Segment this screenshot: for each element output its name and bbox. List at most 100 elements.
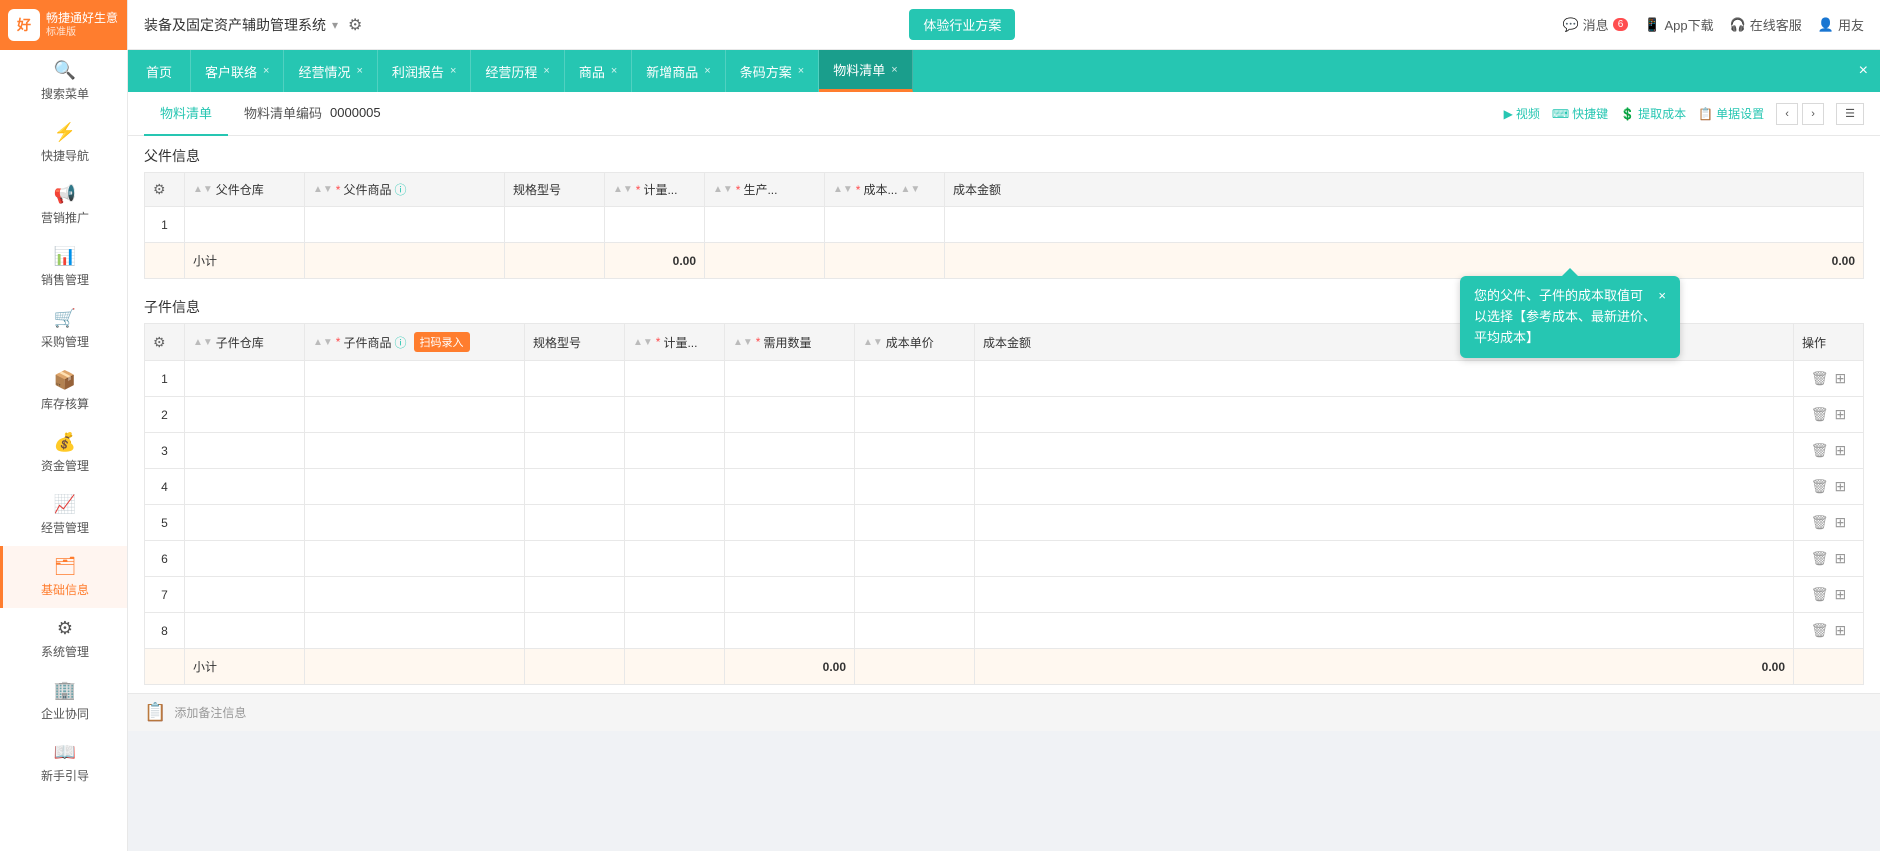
child-warehouse-cell-5[interactable] bbox=[185, 505, 305, 541]
child-qty-cell-6[interactable] bbox=[725, 541, 855, 577]
view-action[interactable]: ▶ 视频 bbox=[1504, 105, 1540, 122]
next-arrow-button[interactable]: › bbox=[1802, 103, 1824, 125]
user-action[interactable]: 👤 用友 bbox=[1818, 15, 1864, 34]
child-unit-cell-1[interactable] bbox=[625, 361, 725, 397]
tab-close-profit[interactable]: × bbox=[450, 65, 456, 77]
tab-operation-status[interactable]: 经营情况 × bbox=[284, 50, 377, 92]
copy-icon[interactable]: ⊞ bbox=[1835, 586, 1847, 603]
child-goods-cell-1[interactable] bbox=[305, 361, 525, 397]
parent-unit-cell[interactable] bbox=[605, 207, 705, 243]
delete-icon[interactable]: 🗑 bbox=[1811, 478, 1829, 495]
child-unit-cost-cell-7[interactable] bbox=[855, 577, 975, 613]
sidebar-item-marketing[interactable]: 📢营销推广 bbox=[0, 174, 127, 236]
experience-button[interactable]: 体验行业方案 bbox=[909, 9, 1015, 40]
child-spec-cell-1[interactable] bbox=[525, 361, 625, 397]
sidebar-item-sales[interactable]: 📊销售管理 bbox=[0, 236, 127, 298]
child-unit-cell-4[interactable] bbox=[625, 469, 725, 505]
settings-icon[interactable]: ⚙ bbox=[348, 15, 362, 35]
copy-icon[interactable]: ⊞ bbox=[1835, 478, 1847, 495]
sidebar-item-inventory[interactable]: 📦库存核算 bbox=[0, 360, 127, 422]
child-unit-cell-8[interactable] bbox=[625, 613, 725, 649]
child-goods-cell-3[interactable] bbox=[305, 433, 525, 469]
child-goods-cell-4[interactable] bbox=[305, 469, 525, 505]
parent-table-settings-icon[interactable]: ⚙ bbox=[153, 181, 166, 197]
delete-icon[interactable]: 🗑 bbox=[1811, 406, 1829, 423]
child-warehouse-cell-1[interactable] bbox=[185, 361, 305, 397]
sidebar-item-system[interactable]: ⚙系统管理 bbox=[0, 608, 127, 670]
child-unit-cell-3[interactable] bbox=[625, 433, 725, 469]
delete-icon[interactable]: 🗑 bbox=[1811, 622, 1829, 639]
child-table-settings-icon[interactable]: ⚙ bbox=[153, 334, 166, 350]
tab-goods[interactable]: 商品 × bbox=[565, 50, 632, 92]
delete-icon[interactable]: 🗑 bbox=[1811, 370, 1829, 387]
tab-bom[interactable]: 物料清单 × bbox=[819, 50, 912, 92]
tab-customer[interactable]: 客户联络 × bbox=[191, 50, 284, 92]
tab-profit[interactable]: 利润报告 × bbox=[378, 50, 471, 92]
child-unit-cell-2[interactable] bbox=[625, 397, 725, 433]
child-unit-cost-cell-2[interactable] bbox=[855, 397, 975, 433]
child-warehouse-cell-2[interactable] bbox=[185, 397, 305, 433]
tab-close-customer[interactable]: × bbox=[263, 65, 269, 77]
sidebar-item-purchase[interactable]: 🛒采购管理 bbox=[0, 298, 127, 360]
sidebar-item-quick-nav[interactable]: ⚡快捷导航 bbox=[0, 112, 127, 174]
sub-tab-bom-list[interactable]: 物料清单 bbox=[144, 92, 228, 136]
child-warehouse-cell-8[interactable] bbox=[185, 613, 305, 649]
prev-arrow-button[interactable]: ‹ bbox=[1776, 103, 1798, 125]
child-qty-cell-7[interactable] bbox=[725, 577, 855, 613]
child-spec-cell-3[interactable] bbox=[525, 433, 625, 469]
child-qty-cell-8[interactable] bbox=[725, 613, 855, 649]
child-goods-cell-5[interactable] bbox=[305, 505, 525, 541]
child-spec-cell-6[interactable] bbox=[525, 541, 625, 577]
parent-warehouse-cell[interactable] bbox=[185, 207, 305, 243]
tab-close-add-goods[interactable]: × bbox=[704, 65, 710, 77]
child-unit-cost-cell-3[interactable] bbox=[855, 433, 975, 469]
child-unit-cost-cell-4[interactable] bbox=[855, 469, 975, 505]
copy-icon[interactable]: ⊞ bbox=[1835, 370, 1847, 387]
tab-home[interactable]: 首页 bbox=[128, 50, 191, 92]
message-action[interactable]: 💬 消息 6 bbox=[1562, 15, 1628, 34]
note-text[interactable]: 添加备注信息 bbox=[174, 704, 246, 721]
child-unit-cell-7[interactable] bbox=[625, 577, 725, 613]
scan-badge[interactable]: 扫码录入 bbox=[414, 332, 470, 352]
child-unit-cell-6[interactable] bbox=[625, 541, 725, 577]
delete-icon[interactable]: 🗑 bbox=[1811, 550, 1829, 567]
child-warehouse-cell-7[interactable] bbox=[185, 577, 305, 613]
list-view-button[interactable]: ☰ bbox=[1836, 103, 1864, 125]
copy-icon[interactable]: ⊞ bbox=[1835, 550, 1847, 567]
copy-icon[interactable]: ⊞ bbox=[1835, 514, 1847, 531]
copy-icon[interactable]: ⊞ bbox=[1835, 406, 1847, 423]
tab-close-operation-history[interactable]: × bbox=[543, 65, 549, 77]
copy-icon[interactable]: ⊞ bbox=[1835, 442, 1847, 459]
sidebar-item-finance[interactable]: 💰资金管理 bbox=[0, 422, 127, 484]
tooltip-close-button[interactable]: × bbox=[1658, 286, 1666, 307]
tab-close-operation-status[interactable]: × bbox=[356, 65, 362, 77]
delete-icon[interactable]: 🗑 bbox=[1811, 514, 1829, 531]
single-settings-action[interactable]: 📋 单据设置 bbox=[1698, 105, 1764, 122]
child-qty-cell-1[interactable] bbox=[725, 361, 855, 397]
tab-barcode[interactable]: 条码方案 × bbox=[726, 50, 819, 92]
child-qty-cell-3[interactable] bbox=[725, 433, 855, 469]
child-unit-cell-5[interactable] bbox=[625, 505, 725, 541]
tab-operation-history[interactable]: 经营历程 × bbox=[471, 50, 564, 92]
delete-icon[interactable]: 🗑 bbox=[1811, 586, 1829, 603]
child-spec-cell-5[interactable] bbox=[525, 505, 625, 541]
child-unit-cost-cell-6[interactable] bbox=[855, 541, 975, 577]
parent-production-cell[interactable] bbox=[705, 207, 825, 243]
sidebar-item-enterprise[interactable]: 🏢企业协同 bbox=[0, 670, 127, 732]
shortcut-action[interactable]: ⌨ 快捷键 bbox=[1552, 105, 1608, 122]
sidebar-item-basic[interactable]: 🗂基础信息 bbox=[0, 546, 127, 608]
child-unit-cost-cell-8[interactable] bbox=[855, 613, 975, 649]
child-goods-cell-2[interactable] bbox=[305, 397, 525, 433]
child-warehouse-cell-3[interactable] bbox=[185, 433, 305, 469]
parent-cost-cell[interactable] bbox=[825, 207, 945, 243]
child-spec-cell-4[interactable] bbox=[525, 469, 625, 505]
child-spec-cell-2[interactable] bbox=[525, 397, 625, 433]
child-goods-cell-7[interactable] bbox=[305, 577, 525, 613]
copy-icon[interactable]: ⊞ bbox=[1835, 622, 1847, 639]
parent-spec-cell[interactable] bbox=[505, 207, 605, 243]
tab-close-barcode[interactable]: × bbox=[798, 65, 804, 77]
child-goods-cell-8[interactable] bbox=[305, 613, 525, 649]
delete-icon[interactable]: 🗑 bbox=[1811, 442, 1829, 459]
child-spec-cell-7[interactable] bbox=[525, 577, 625, 613]
child-warehouse-cell-4[interactable] bbox=[185, 469, 305, 505]
